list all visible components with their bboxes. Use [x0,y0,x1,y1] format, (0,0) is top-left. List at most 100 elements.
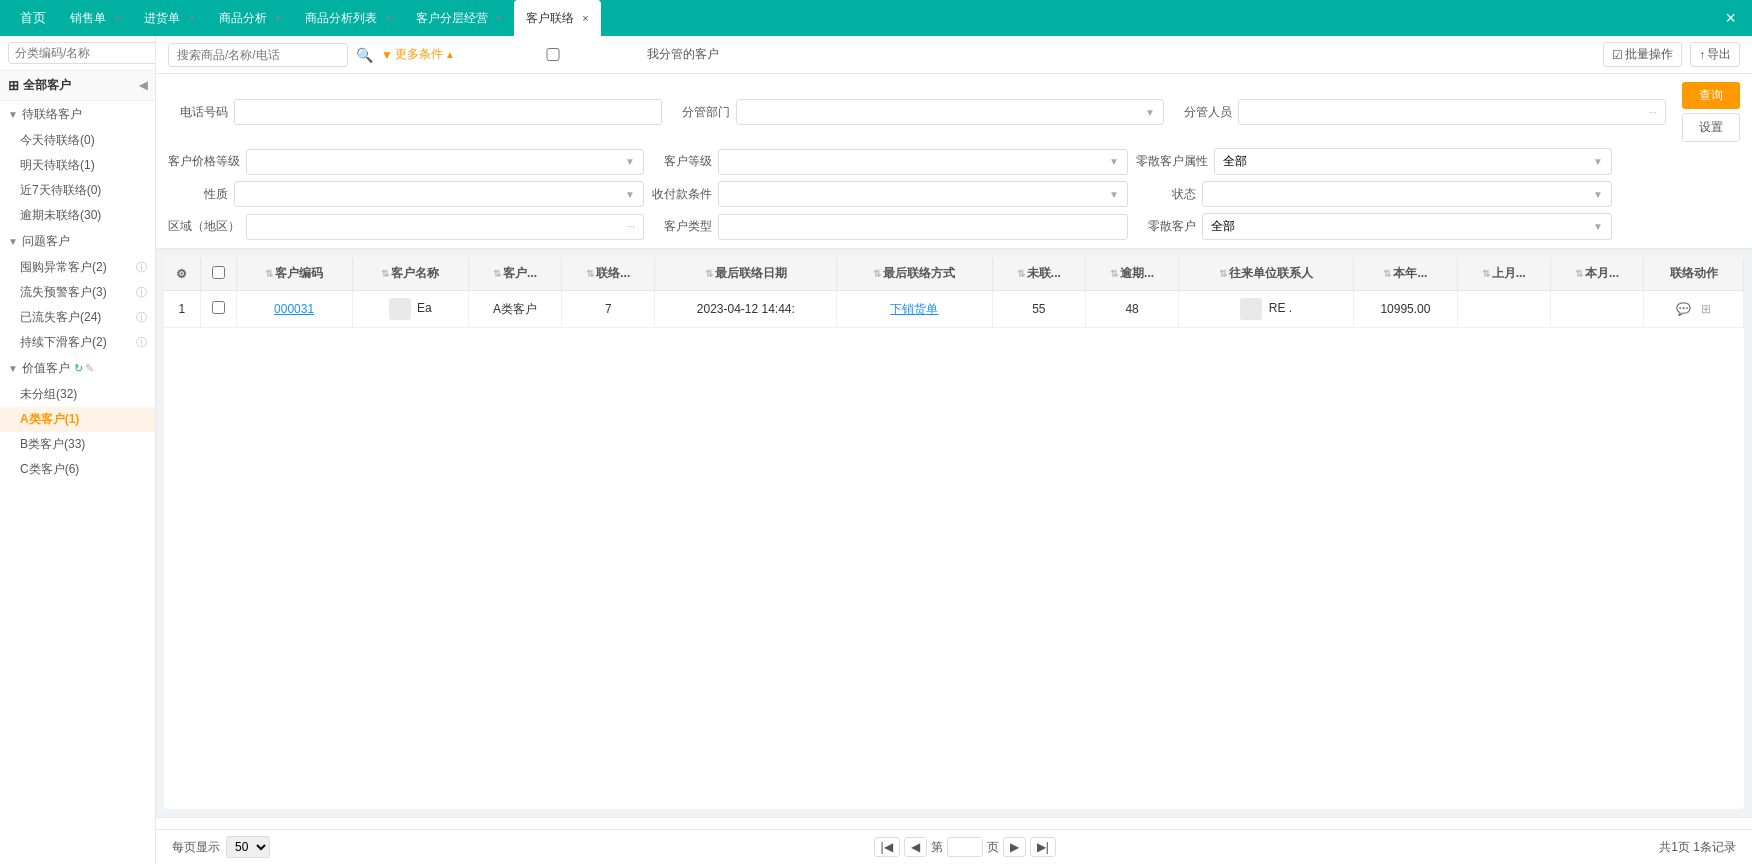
sidebar-search-input[interactable] [8,42,156,64]
hoarding-info-icon: ⓘ [136,260,147,275]
tab-goods-analysis[interactable]: 商品分析 × [207,0,293,36]
col-last-method: ⇅ 最后联络方式 [837,257,992,291]
content-area: 🔍 ▼ 更多条件 ▲ 我分管的客户 ☑ 批量操作 ↑ 导出 [156,36,1752,864]
action-chat-icon[interactable]: 💬 [1676,302,1691,316]
close-goods-analysis-list-tab[interactable]: × [385,0,391,36]
cell-index: 1 [164,291,200,328]
tab-customer-contact[interactable]: 客户联络 × [514,0,600,36]
table-settings-icon[interactable]: ⚙ [176,267,187,281]
col-contact-person: ⇅ 往来单位联系人 [1179,257,1354,291]
close-goods-analysis-tab[interactable]: × [275,0,281,36]
retail-cust-dropdown-icon: ▼ [1593,221,1603,232]
field-nature: 性质 ▼ [168,181,644,207]
home-tab[interactable]: 首页 [8,9,58,27]
field-region: 区域（地区） ··· [168,214,644,240]
sidebar-item-churn-warning[interactable]: 流失预警客户(3) ⓘ [0,280,155,305]
horizontal-scrollbar[interactable] [156,817,1752,829]
more-arrow-icon: ▲ [445,49,455,60]
sidebar-item-b-class[interactable]: B类客户(33) [0,432,155,457]
sidebar-item-c-class[interactable]: C类客户(6) [0,457,155,482]
col-last-month: ⇅ 上月... [1457,257,1550,291]
sidebar-item-today[interactable]: 今天待联络(0) [0,128,155,153]
search-input[interactable] [168,43,348,67]
page-input[interactable]: 1 [947,837,983,857]
cell-checkbox [200,291,236,328]
cust-type-input[interactable] [718,214,1128,240]
col-this-month-sort-icon: ⇅ [1575,268,1583,279]
churned-info-icon: ⓘ [136,310,147,325]
edit-value-icon[interactable]: ✎ [85,362,94,375]
first-page-button[interactable]: |◀ [874,837,900,857]
prev-page-button[interactable]: ◀ [904,837,927,857]
declining-info-icon: ⓘ [136,335,147,350]
action-more-icon[interactable]: ⊞ [1701,302,1711,316]
my-customers-checkbox[interactable] [463,48,643,61]
status-dropdown-icon: ▼ [1593,189,1603,200]
last-page-button[interactable]: ▶| [1030,837,1056,857]
price-level-dropdown-icon: ▼ [625,156,635,167]
col-code: ⇅ 客户编码 [236,257,352,291]
retail-attr-dropdown-icon: ▼ [1593,156,1603,167]
close-customer-tier-tab[interactable]: × [496,0,502,36]
sidebar-group-pending[interactable]: ▼ 待联络客户 [0,101,155,128]
more-conditions-button[interactable]: ▼ 更多条件 ▲ [381,46,455,63]
payment-input[interactable]: ▼ [718,181,1128,207]
phone-input[interactable] [234,99,662,125]
cell-contact-person: RE . [1179,291,1354,328]
cell-code[interactable]: 000031 [236,291,352,328]
col-type: ⇅ 客户... [468,257,561,291]
retail-attr-input[interactable]: 全部 ▼ [1214,148,1612,175]
dept-input[interactable]: ▼ [736,99,1164,125]
filter-action-buttons: 查询 设置 [1682,82,1740,142]
status-input[interactable]: ▼ [1202,181,1612,207]
price-level-input[interactable]: ▼ [246,149,644,175]
filter-row-2: 客户价格等级 ▼ 客户等级 ▼ 零散客户属性 全部 ▼ [168,148,1740,175]
col-not-contact: ⇅ 未联... [992,257,1085,291]
tab-sales[interactable]: 销售单 × [58,0,132,36]
sidebar-item-unclassified[interactable]: 未分组(32) [0,382,155,407]
sidebar-all-customers[interactable]: ⊞ 全部客户 ◀ [0,71,155,101]
region-input[interactable]: ··· [246,214,644,240]
sidebar: 🔍 ⊞ 全部客户 ◀ ▼ 待联络客户 今天待联络(0) 明天待联络(1) 近7天… [0,36,156,864]
refresh-icon[interactable]: ↻ [74,362,83,375]
window-close-button[interactable]: × [1717,8,1744,29]
price-level-label: 客户价格等级 [168,153,240,170]
sidebar-item-hoarding[interactable]: 囤购异常客户(2) ⓘ [0,255,155,280]
tab-purchase[interactable]: 进货单 × [132,0,206,36]
settings-button[interactable]: 设置 [1682,113,1740,142]
filter-row-3: 性质 ▼ 收付款条件 ▼ 状态 ▼ [168,181,1740,207]
sidebar-group-problem[interactable]: ▼ 问题客户 [0,228,155,255]
nature-input[interactable]: ▼ [234,181,644,207]
retail-cust-input[interactable]: 全部 ▼ [1202,213,1612,240]
tab-goods-analysis-list[interactable]: 商品分析列表 × [293,0,403,36]
sidebar-item-churned[interactable]: 已流失客户(24) ⓘ [0,305,155,330]
row-checkbox[interactable] [212,301,225,314]
sidebar-group-value[interactable]: ▼ 价值客户 ↻ ✎ [0,355,155,382]
filter-search-icon[interactable]: 🔍 [356,47,373,63]
person-input[interactable]: ··· [1238,99,1666,125]
customer-avatar [389,298,411,320]
next-page-button[interactable]: ▶ [1003,837,1026,857]
export-icon: ↑ [1699,48,1705,62]
select-all-checkbox[interactable] [212,266,225,279]
close-sales-tab[interactable]: × [114,0,120,36]
per-page-select[interactable]: 50 [226,836,270,858]
close-customer-contact-tab[interactable]: × [582,0,588,36]
cust-level-input[interactable]: ▼ [718,149,1128,175]
sidebar-item-overdue[interactable]: 逾期未联络(30) [0,203,155,228]
query-button[interactable]: 查询 [1682,82,1740,109]
close-purchase-tab[interactable]: × [188,0,194,36]
batch-op-button[interactable]: ☑ 批量操作 [1603,42,1682,67]
filter-icon: ▼ [381,48,393,62]
sidebar-item-declining[interactable]: 持续下滑客户(2) ⓘ [0,330,155,355]
sidebar-collapse-icon[interactable]: ◀ [139,79,147,92]
col-not-contact-sort-icon: ⇅ [1017,268,1025,279]
tab-customer-tier[interactable]: 客户分层经营 × [404,0,514,36]
my-customers-checkbox-label[interactable]: 我分管的客户 [463,46,719,63]
cell-not-contact: 55 [992,291,1085,328]
export-button[interactable]: ↑ 导出 [1690,42,1740,67]
sidebar-item-a-class[interactable]: A类客户(1) [0,407,155,432]
sidebar-item-tomorrow[interactable]: 明天待联络(1) [0,153,155,178]
cell-last-method[interactable]: 下销货单 [837,291,992,328]
sidebar-item-7days[interactable]: 近7天待联络(0) [0,178,155,203]
